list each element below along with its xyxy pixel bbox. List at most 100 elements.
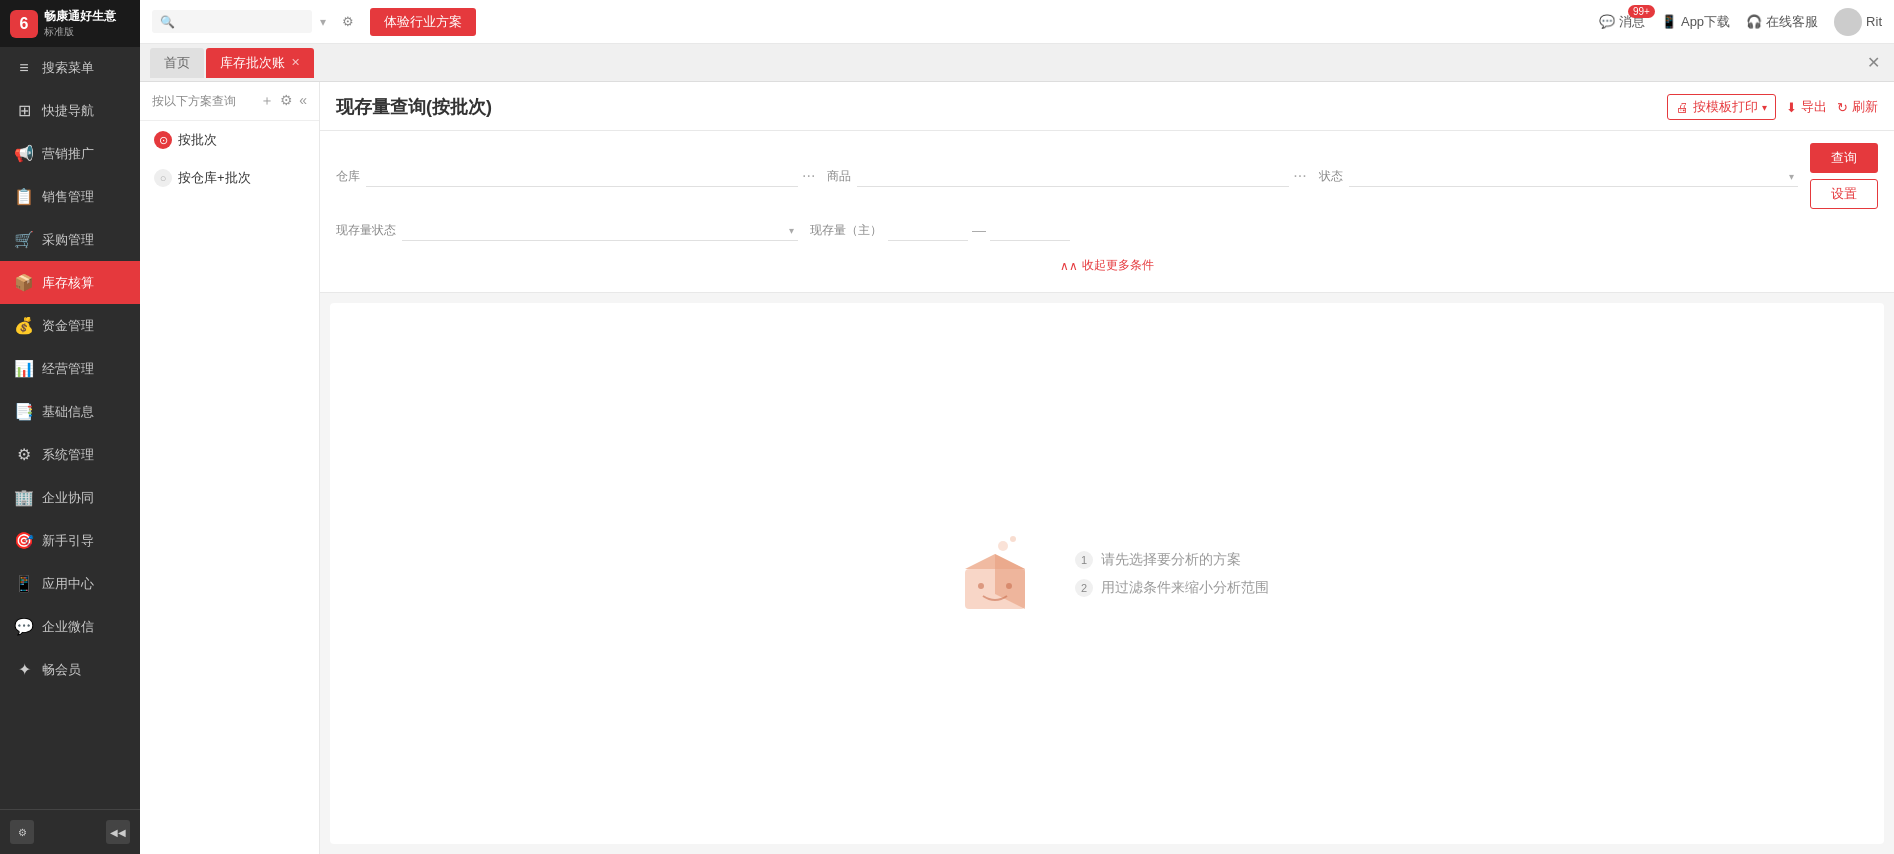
scheme-settings-btn[interactable]: ⚙ <box>280 92 293 110</box>
dropdown-arrow-icon[interactable]: ▾ <box>320 15 326 29</box>
stock-status-select[interactable] <box>402 219 798 241</box>
topbar-input-area[interactable]: 🔍 <box>152 10 312 33</box>
stock-qty-label: 现存量（主） <box>810 222 882 239</box>
settings-bottom-btn[interactable]: ⚙ <box>10 820 34 844</box>
sidebar-item-label: 基础信息 <box>42 403 94 421</box>
message-badge: 99+ <box>1628 5 1655 18</box>
status-select-wrap <box>1349 165 1798 187</box>
chevron-up-icon: ∧∧ <box>1060 259 1078 273</box>
user-avatar <box>1834 8 1862 36</box>
sidebar-item-newuser[interactable]: 🎯 新手引导 <box>0 519 140 562</box>
filter-row-1: 仓库 ··· 商品 ··· 状态 <box>336 143 1878 209</box>
query-btn[interactable]: 查询 <box>1810 143 1878 173</box>
company-name: 畅康通好生意 <box>44 8 116 25</box>
sidebar-item-label: 营销推广 <box>42 145 94 163</box>
filter-row-2: 现存量状态 现存量（主） — <box>336 219 1878 241</box>
tab-close-icon[interactable]: ✕ <box>291 56 300 69</box>
add-scheme-btn[interactable]: ＋ <box>260 92 274 110</box>
empty-state: 1 请先选择要分析的方案 2 用过滤条件来缩小分析范围 <box>330 303 1884 844</box>
sidebar-item-search[interactable]: ≡ 搜索菜单 <box>0 47 140 89</box>
main-header: 现存量查询(按批次) 🖨 按模板打印 ▾ ⬇ 导出 ↻ 刷新 <box>320 82 1894 131</box>
user-avatar-btn[interactable]: Rit <box>1834 8 1882 36</box>
sidebar-item-purchase[interactable]: 🛒 采购管理 <box>0 218 140 261</box>
close-all-tabs-btn[interactable]: ✕ <box>1863 49 1884 76</box>
operations-icon: 📊 <box>14 359 34 378</box>
sidebar-item-enterprise[interactable]: 🏢 企业协同 <box>0 476 140 519</box>
app-logo: 6 <box>10 10 38 38</box>
settings-btn[interactable]: 设置 <box>1810 179 1878 209</box>
tab-home[interactable]: 首页 <box>150 48 204 78</box>
scheme-item-batch[interactable]: ⊙ 按批次 <box>140 121 319 159</box>
collapse-panel-btn[interactable]: « <box>299 92 307 110</box>
print-btn[interactable]: 🖨 按模板打印 ▾ <box>1667 94 1776 120</box>
apps-icon: 📱 <box>14 574 34 593</box>
sidebar-item-label: 经营管理 <box>42 360 94 378</box>
enterprise-icon: 🏢 <box>14 488 34 507</box>
sales-icon: 📋 <box>14 187 34 206</box>
newuser-icon: 🎯 <box>14 531 34 550</box>
sidebar-item-quick-nav[interactable]: ⊞ 快捷导航 <box>0 89 140 132</box>
topbar: 🔍 ▾ ⚙ 体验行业方案 💬 消息 99+ 📱 App下载 🎧 在线客服 Rit <box>140 0 1894 44</box>
status-select[interactable] <box>1349 165 1798 187</box>
product-input[interactable] <box>857 165 1289 187</box>
scheme-inactive-icon: ○ <box>154 169 172 187</box>
collapse-sidebar-btn[interactable]: ◀◀ <box>106 820 130 844</box>
sidebar-item-basics[interactable]: 📑 基础信息 <box>0 390 140 433</box>
sidebar-item-vip[interactable]: ✦ 畅会员 <box>0 648 140 691</box>
svg-point-5 <box>998 541 1008 551</box>
trial-btn[interactable]: 体验行业方案 <box>370 8 476 36</box>
phone-icon: 📱 <box>1661 14 1677 29</box>
sidebar-item-system[interactable]: ⚙ 系统管理 <box>0 433 140 476</box>
filter-area: 仓库 ··· 商品 ··· 状态 <box>320 131 1894 293</box>
sidebar-item-operations[interactable]: 📊 经营管理 <box>0 347 140 390</box>
weixin-icon: 💬 <box>14 617 34 636</box>
tab-batch-label: 库存批次账 <box>220 54 285 72</box>
scheme-item-warehouse-batch[interactable]: ○ 按仓库+批次 <box>140 159 319 197</box>
stock-qty-max-input[interactable] <box>990 219 1070 241</box>
sidebar-bottom: ⚙ ◀◀ <box>0 809 140 854</box>
sidebar-item-label: 销售管理 <box>42 188 94 206</box>
basics-icon: 📑 <box>14 402 34 421</box>
app-download-btn[interactable]: 📱 App下载 <box>1661 13 1730 31</box>
warehouse-more-icon[interactable]: ··· <box>802 167 815 185</box>
topbar-search-input[interactable] <box>179 14 279 29</box>
collapse-more-btn[interactable]: ∧∧ 收起更多条件 <box>336 251 1878 280</box>
sidebar-item-weixin[interactable]: 💬 企业微信 <box>0 605 140 648</box>
tab-batch-account[interactable]: 库存批次账 ✕ <box>206 48 314 78</box>
print-dropdown-icon[interactable]: ▾ <box>1762 102 1767 113</box>
svg-point-3 <box>978 583 984 589</box>
export-btn[interactable]: ⬇ 导出 <box>1786 98 1827 116</box>
message-btn[interactable]: 💬 消息 99+ <box>1599 13 1645 31</box>
product-label: 商品 <box>827 168 851 185</box>
sidebar-item-label: 资金管理 <box>42 317 94 335</box>
quick-nav-icon: ⊞ <box>14 101 34 120</box>
empty-tips: 1 请先选择要分析的方案 2 用过滤条件来缩小分析范围 <box>1075 551 1269 597</box>
scheme-label: 按批次 <box>178 131 217 149</box>
stock-qty-min-input[interactable] <box>888 219 968 241</box>
service-btn[interactable]: 🎧 在线客服 <box>1746 13 1818 31</box>
product-more-icon[interactable]: ··· <box>1293 167 1306 185</box>
empty-state-content: 1 请先选择要分析的方案 2 用过滤条件来缩小分析范围 <box>945 524 1269 624</box>
left-panel-actions: ＋ ⚙ « <box>260 92 307 110</box>
filter-actions: 查询 设置 <box>1810 143 1878 209</box>
header-actions: 🖨 按模板打印 ▾ ⬇ 导出 ↻ 刷新 <box>1667 94 1878 120</box>
stock-status-label: 现存量状态 <box>336 222 396 239</box>
sidebar-item-marketing[interactable]: 📢 营销推广 <box>0 132 140 175</box>
sidebar-item-label: 快捷导航 <box>42 102 94 120</box>
tip-num-1: 1 <box>1075 551 1093 569</box>
sidebar-item-finance[interactable]: 💰 资金管理 <box>0 304 140 347</box>
page-title: 现存量查询(按批次) <box>336 95 492 119</box>
status-field: 状态 <box>1319 165 1798 187</box>
sidebar-item-apps[interactable]: 📱 应用中心 <box>0 562 140 605</box>
purchase-icon: 🛒 <box>14 230 34 249</box>
sidebar-item-label: 搜索菜单 <box>42 59 94 77</box>
sidebar-item-inventory[interactable]: 📦 库存核算 <box>0 261 140 304</box>
sidebar-item-sales[interactable]: 📋 销售管理 <box>0 175 140 218</box>
sidebar-item-label: 应用中心 <box>42 575 94 593</box>
stock-qty-field: 现存量（主） — <box>810 219 1272 241</box>
scheme-label: 按仓库+批次 <box>178 169 251 187</box>
topbar-settings-btn[interactable]: ⚙ <box>334 8 362 36</box>
refresh-btn[interactable]: ↻ 刷新 <box>1837 98 1878 116</box>
warehouse-input[interactable] <box>366 165 798 187</box>
main-panel: 现存量查询(按批次) 🖨 按模板打印 ▾ ⬇ 导出 ↻ 刷新 <box>320 82 1894 854</box>
